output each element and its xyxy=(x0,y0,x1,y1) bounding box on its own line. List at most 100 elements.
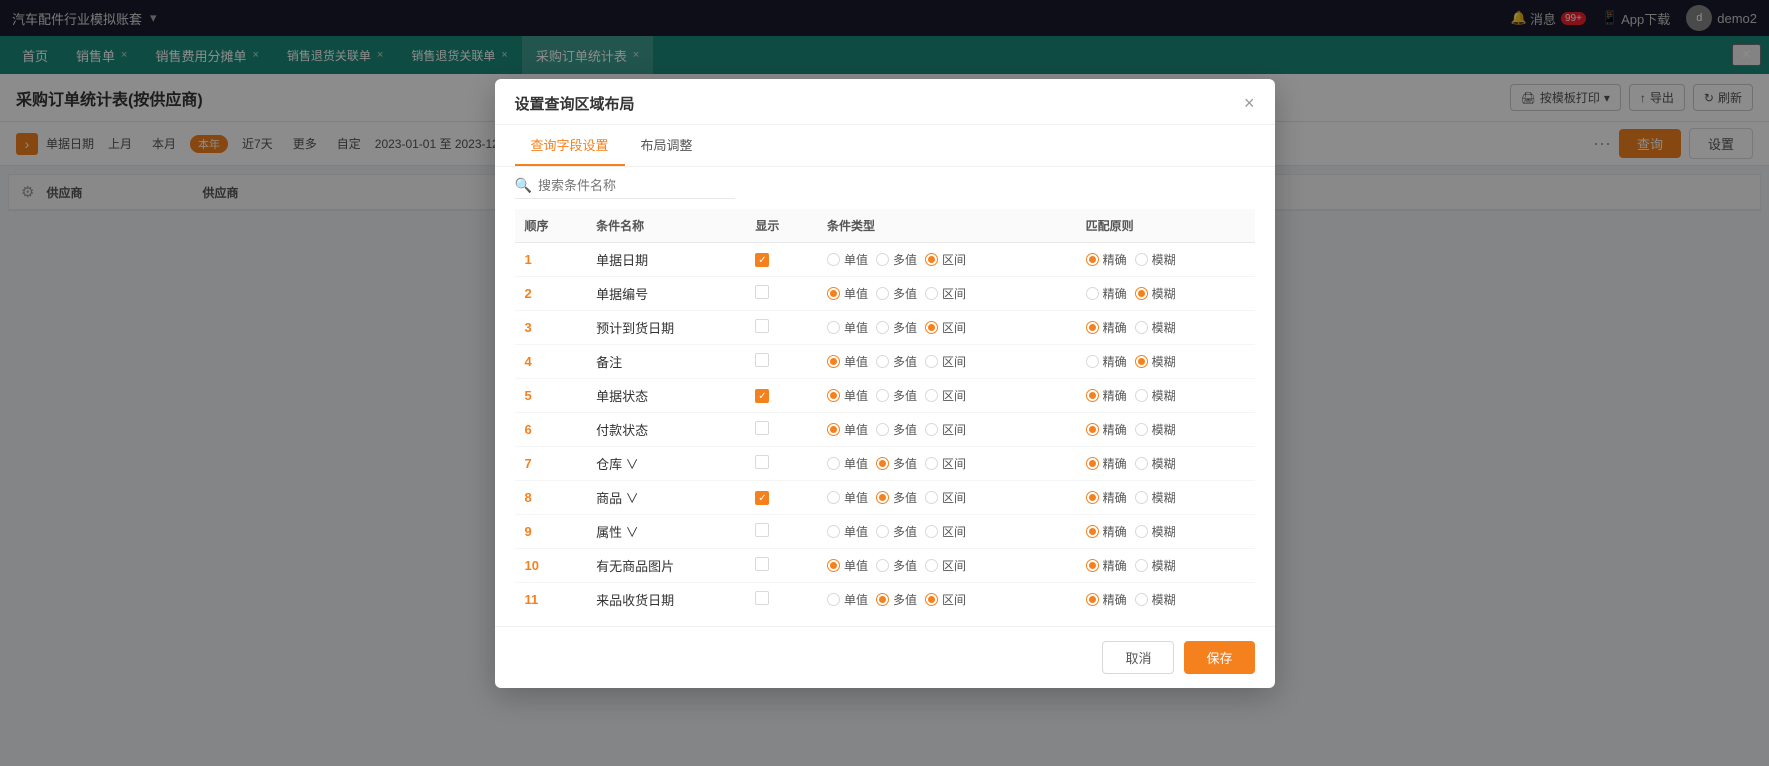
condition-type-label-single: 单值 xyxy=(844,523,868,540)
row-match-rule: 精确模糊 xyxy=(1076,276,1255,310)
match-rule-exact-5[interactable] xyxy=(1086,423,1099,436)
match-rule-fuzzy-6[interactable] xyxy=(1135,457,1148,470)
condition-type-label-single: 单值 xyxy=(844,251,868,268)
table-row: 6付款状态单值多值区间精确模糊 xyxy=(515,412,1255,446)
condition-type-range-9[interactable] xyxy=(925,559,938,572)
row-match-rule: 精确模糊 xyxy=(1076,412,1255,446)
condition-type-range-10[interactable] xyxy=(925,593,938,606)
match-rule-fuzzy-10[interactable] xyxy=(1135,593,1148,606)
match-rule-exact-1[interactable] xyxy=(1086,287,1099,300)
match-rule-exact-8[interactable] xyxy=(1086,525,1099,538)
row-condition-name: 商品 ∨ xyxy=(586,480,745,514)
condition-type-label-range: 区间 xyxy=(942,319,966,336)
match-rule-fuzzy-1[interactable] xyxy=(1135,287,1148,300)
tab-query-field-settings[interactable]: 查询字段设置 xyxy=(515,125,625,166)
condition-type-single-0[interactable] xyxy=(827,253,840,266)
condition-type-single-3[interactable] xyxy=(827,355,840,368)
modal-tabs: 查询字段设置 布局调整 xyxy=(495,125,1275,167)
match-rule-fuzzy-4[interactable] xyxy=(1135,389,1148,402)
display-checkbox-4[interactable] xyxy=(755,389,769,403)
condition-type-range-3[interactable] xyxy=(925,355,938,368)
condition-type-single-10[interactable] xyxy=(827,593,840,606)
match-rule-label-fuzzy: 模糊 xyxy=(1152,387,1176,404)
display-checkbox-0[interactable] xyxy=(755,253,769,267)
match-rule-exact-4[interactable] xyxy=(1086,389,1099,402)
condition-type-range-0[interactable] xyxy=(925,253,938,266)
condition-type-single-2[interactable] xyxy=(827,321,840,334)
condition-type-single-9[interactable] xyxy=(827,559,840,572)
match-rule-fuzzy-3[interactable] xyxy=(1135,355,1148,368)
match-rule-label-exact: 精确 xyxy=(1103,557,1127,574)
condition-type-multi-2[interactable] xyxy=(876,321,889,334)
match-rule-exact-7[interactable] xyxy=(1086,491,1099,504)
match-rule-exact-10[interactable] xyxy=(1086,593,1099,606)
match-rule-fuzzy-0[interactable] xyxy=(1135,253,1148,266)
display-checkbox-7[interactable] xyxy=(755,491,769,505)
condition-type-range-7[interactable] xyxy=(925,491,938,504)
row-display-checkbox xyxy=(745,344,817,378)
condition-type-range-8[interactable] xyxy=(925,525,938,538)
match-rule-fuzzy-7[interactable] xyxy=(1135,491,1148,504)
condition-type-label-range: 区间 xyxy=(942,387,966,404)
match-rule-label-exact: 精确 xyxy=(1103,319,1127,336)
display-checkbox-1[interactable] xyxy=(755,285,769,299)
cancel-button[interactable]: 取消 xyxy=(1102,641,1174,674)
condition-type-range-1[interactable] xyxy=(925,287,938,300)
row-display-checkbox xyxy=(745,548,817,582)
match-rule-exact-6[interactable] xyxy=(1086,457,1099,470)
row-condition-type: 单值多值区间 xyxy=(817,514,1076,548)
display-checkbox-6[interactable] xyxy=(755,455,769,469)
display-checkbox-10[interactable] xyxy=(755,591,769,605)
condition-type-multi-6[interactable] xyxy=(876,457,889,470)
row-condition-type: 单值多值区间 xyxy=(817,548,1076,582)
condition-type-label-range: 区间 xyxy=(942,591,966,608)
match-rule-label-exact: 精确 xyxy=(1103,455,1127,472)
match-rule-label-fuzzy: 模糊 xyxy=(1152,489,1176,506)
condition-type-multi-5[interactable] xyxy=(876,423,889,436)
display-checkbox-8[interactable] xyxy=(755,523,769,537)
row-condition-type: 单值多值区间 xyxy=(817,276,1076,310)
condition-type-single-7[interactable] xyxy=(827,491,840,504)
match-rule-fuzzy-9[interactable] xyxy=(1135,559,1148,572)
match-rule-exact-2[interactable] xyxy=(1086,321,1099,334)
condition-type-single-1[interactable] xyxy=(827,287,840,300)
match-rule-exact-9[interactable] xyxy=(1086,559,1099,572)
table-row: 10有无商品图片单值多值区间精确模糊 xyxy=(515,548,1255,582)
display-checkbox-9[interactable] xyxy=(755,557,769,571)
modal-search-area: 🔍 xyxy=(495,167,1275,209)
search-input[interactable] xyxy=(538,178,718,193)
display-checkbox-5[interactable] xyxy=(755,421,769,435)
condition-type-multi-8[interactable] xyxy=(876,525,889,538)
col-match-rule: 匹配原则 xyxy=(1076,209,1255,243)
condition-type-multi-9[interactable] xyxy=(876,559,889,572)
condition-type-range-4[interactable] xyxy=(925,389,938,402)
match-rule-fuzzy-5[interactable] xyxy=(1135,423,1148,436)
match-rule-exact-0[interactable] xyxy=(1086,253,1099,266)
condition-type-single-5[interactable] xyxy=(827,423,840,436)
modal-close-button[interactable]: × xyxy=(1244,94,1255,112)
condition-type-label-multi: 多值 xyxy=(893,523,917,540)
condition-type-range-5[interactable] xyxy=(925,423,938,436)
match-rule-exact-3[interactable] xyxy=(1086,355,1099,368)
match-rule-label-fuzzy: 模糊 xyxy=(1152,455,1176,472)
match-rule-fuzzy-2[interactable] xyxy=(1135,321,1148,334)
condition-type-multi-1[interactable] xyxy=(876,287,889,300)
display-checkbox-3[interactable] xyxy=(755,353,769,367)
condition-type-single-6[interactable] xyxy=(827,457,840,470)
condition-type-label-multi: 多值 xyxy=(893,421,917,438)
display-checkbox-2[interactable] xyxy=(755,319,769,333)
tab-layout-adjust[interactable]: 布局调整 xyxy=(625,125,709,166)
match-rule-fuzzy-8[interactable] xyxy=(1135,525,1148,538)
condition-type-range-6[interactable] xyxy=(925,457,938,470)
condition-type-multi-0[interactable] xyxy=(876,253,889,266)
condition-type-range-2[interactable] xyxy=(925,321,938,334)
condition-type-multi-4[interactable] xyxy=(876,389,889,402)
condition-type-single-8[interactable] xyxy=(827,525,840,538)
row-display-checkbox xyxy=(745,480,817,514)
save-button[interactable]: 保存 xyxy=(1184,641,1254,674)
condition-type-multi-7[interactable] xyxy=(876,491,889,504)
condition-type-multi-3[interactable] xyxy=(876,355,889,368)
condition-type-multi-10[interactable] xyxy=(876,593,889,606)
condition-type-single-4[interactable] xyxy=(827,389,840,402)
col-condition-type: 条件类型 xyxy=(817,209,1076,243)
